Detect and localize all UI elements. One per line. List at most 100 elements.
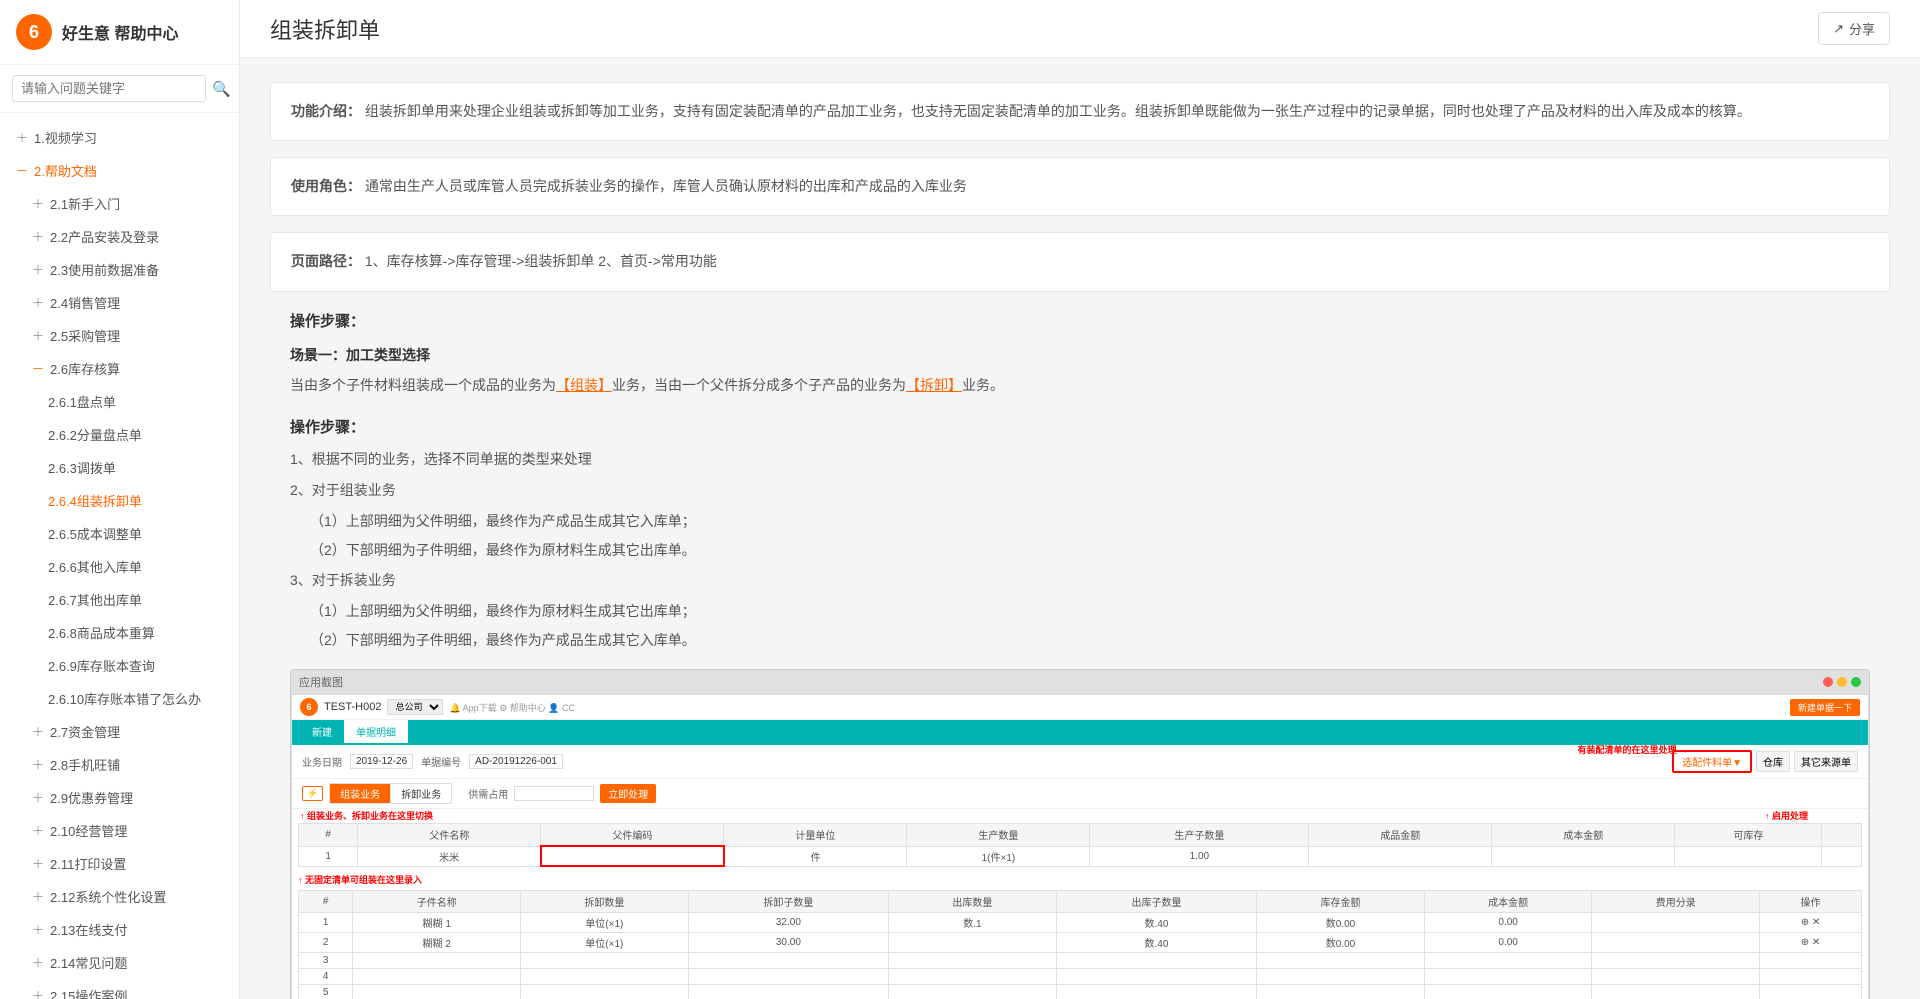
screenshot-label: 应用截图	[299, 674, 343, 690]
intro-text: 组装拆卸单用来处理企业组装或拆卸等加工业务，支持有固定装配清单的产品加工业务，也…	[365, 103, 1751, 119]
ops-title: 操作步骤：	[290, 310, 1870, 331]
sidebar-item-2-6-8[interactable]: 2.6.8商品成本重算	[0, 616, 239, 649]
plus-icon-15: ＋	[32, 987, 44, 999]
sidebar-item-2-12[interactable]: ＋ 2.12系统个性化设置	[0, 880, 239, 913]
sidebar-item-docs[interactable]: － 2.帮助文档	[0, 154, 239, 187]
ops-steps-title: 操作步骤：	[290, 416, 1870, 437]
minus-icon: －	[16, 162, 28, 179]
mock-lower-th-3: 拆卸子数量	[688, 891, 888, 913]
sidebar-item-2-8[interactable]: ＋ 2.8手机旺铺	[0, 748, 239, 781]
content-area: 功能介绍： 组装拆卸单用来处理企业组装或拆卸等加工业务，支持有固定装配清单的产品…	[240, 58, 1920, 999]
mock-no-value: AD-20191226-001	[469, 754, 563, 769]
mock-company-select[interactable]: 总公司	[387, 699, 443, 715]
sidebar-item-2-5[interactable]: ＋ 2.5采购管理	[0, 319, 239, 352]
sidebar-item-2-11[interactable]: ＋ 2.11打印设置	[0, 847, 239, 880]
sidebar-item-2-6-9[interactable]: 2.6.9库存账本查询	[0, 649, 239, 682]
sidebar-item-2-1[interactable]: ＋ 2.1新手入门	[0, 187, 239, 220]
mock-upper-cell-2	[541, 846, 724, 866]
sidebar-item-2-6-3[interactable]: 2.6.3调拨单	[0, 451, 239, 484]
sidebar-item-2-6-6[interactable]: 2.6.6其他入库单	[0, 550, 239, 583]
mock-assembly-btn[interactable]: 组装业务	[330, 784, 390, 803]
mock-status-icons: 🔔 App下载 ⚙ 帮助中心 👤 CC	[449, 701, 575, 714]
mock-customer-input[interactable]	[514, 786, 594, 801]
sidebar-item-2-15[interactable]: ＋ 2.15操作案例	[0, 979, 239, 999]
sidebar-item-2-2[interactable]: ＋ 2.2产品安装及登录	[0, 220, 239, 253]
sidebar-item-2-6-5[interactable]: 2.6.5成本调整单	[0, 517, 239, 550]
sidebar-item-2-3[interactable]: ＋ 2.3使用前数据准备	[0, 253, 239, 286]
plus-icon-8: ＋	[32, 756, 44, 773]
mock-upper-cell-4: 1(件×1)	[907, 846, 1090, 866]
plus-icon-12: ＋	[32, 888, 44, 905]
mock-lower-th-4: 出库数量	[889, 891, 1057, 913]
plus-icon-10: ＋	[32, 822, 44, 839]
mock-action-btn1[interactable]: 仓库	[1756, 751, 1790, 772]
mock-upper-th-4: 生产数量	[907, 824, 1090, 847]
sidebar-item-2-6-7[interactable]: 2.6.7其他出库单	[0, 583, 239, 616]
disassembly-link[interactable]: 【拆卸】	[906, 377, 962, 393]
mock-date-value: 2019-12-26	[350, 754, 413, 769]
mock-upper-th-7: 成本金额	[1492, 824, 1675, 847]
role-text: 通常由生产人员或库管人员完成拆装业务的操作，库管人员确认原材料的出库和产成品的入…	[365, 178, 967, 194]
mock-lower-row-5: 5	[299, 985, 1862, 999]
mock-upper-cell-1: 米米	[358, 846, 541, 866]
plus-icon: ＋	[16, 129, 28, 146]
minus-icon-2: －	[32, 360, 44, 377]
step3-sub2: （2）下部明细为子件明细，最终作为产成品生成其它入库单。	[310, 628, 1870, 653]
sidebar: 6 好生意 帮助中心 🔍 ＋ 1.视频学习 － 2.帮助文档 ＋ 2.1新手入门…	[0, 0, 240, 999]
step1: 1、根据不同的业务，选择不同单据的类型来处理	[290, 447, 1870, 472]
sidebar-item-2-6-2[interactable]: 2.6.2分量盘点单	[0, 418, 239, 451]
sidebar-item-2-10[interactable]: ＋ 2.10经营管理	[0, 814, 239, 847]
sidebar-item-2-7[interactable]: ＋ 2.7资金管理	[0, 715, 239, 748]
step2-sub2: （2）下部明细为子件明细，最终作为原材料生成其它出库单。	[310, 538, 1870, 563]
plus-icon-3: ＋	[32, 228, 44, 245]
mock-no-label: 单据编号	[421, 754, 461, 769]
mock-upper-th-6: 成品金额	[1309, 824, 1492, 847]
sidebar-item-2-6-10[interactable]: 2.6.10库存账本错了怎么办	[0, 682, 239, 715]
search-input[interactable]	[12, 75, 206, 102]
mock-logo: 6	[300, 698, 318, 716]
search-button[interactable]: 🔍	[212, 80, 231, 98]
mock-action-btn2[interactable]: 其它来源单	[1794, 751, 1858, 772]
mock-upper-table: # 父件名称 父件编码 计量单位 生产数量 生产子数量 成品金额 成本金额 可库	[298, 823, 1862, 867]
mock-upper-cell-9	[1822, 846, 1862, 866]
mock-lower-row-1: 1 糊糊 1 单位(×1) 32.00 数.1 数.40 数0.00 0.00	[299, 913, 1862, 933]
mock-upper-th-2: 父件编码	[541, 824, 724, 847]
mock-lower-th-7: 成本金额	[1424, 891, 1592, 913]
main-content: 组装拆卸单 ↗ 分享 功能介绍： 组装拆卸单用来处理企业组装或拆卸等加工业务，支…	[240, 0, 1920, 999]
sidebar-item-2-6[interactable]: － 2.6库存核算	[0, 352, 239, 385]
intro-label: 功能介绍：	[291, 103, 361, 119]
sidebar-item-2-4[interactable]: ＋ 2.4销售管理	[0, 286, 239, 319]
mock-upper-th-8: 可库存	[1675, 824, 1822, 847]
sidebar-item-2-13[interactable]: ＋ 2.13在线支付	[0, 913, 239, 946]
main-steps: 操作步骤： 场景一：加工类型选择 当由多个子件材料组装成一个成品的业务为【组装】…	[270, 310, 1890, 999]
assembly-link[interactable]: 【组装】	[556, 377, 612, 393]
plus-icon-9: ＋	[32, 789, 44, 806]
mock-lower-row-2: 2 糊糊 2 单位(×1) 30.00 数.40 数0.00 0.00	[299, 933, 1862, 953]
mock-tab-new[interactable]: 新建	[300, 720, 344, 745]
sidebar-item-video[interactable]: ＋ 1.视频学习	[0, 121, 239, 154]
annotation-no-fixed: ↑ 无固定清单可组装在这里录入	[298, 873, 1862, 886]
role-block: 使用角色： 通常由生产人员或库管人员完成拆装业务的操作，库管人员确认原材料的出库…	[270, 157, 1890, 216]
plus-icon-7: ＋	[32, 723, 44, 740]
mock-confirm-btn[interactable]: 立即处理	[600, 784, 656, 803]
mock-toolbar-btn-new[interactable]: 新建单据一下	[1790, 699, 1860, 716]
sidebar-item-2-9[interactable]: ＋ 2.9优惠券管理	[0, 781, 239, 814]
plus-icon-6: ＋	[32, 327, 44, 344]
plus-icon-5: ＋	[32, 294, 44, 311]
logo-icon: 6	[16, 14, 52, 50]
mock-upper-cell-8	[1675, 846, 1822, 866]
share-button[interactable]: ↗ 分享	[1818, 12, 1890, 45]
sidebar-item-2-6-4-active[interactable]: 2.6.4组装拆卸单	[0, 484, 239, 517]
mock-tab-detail[interactable]: 单据明细	[344, 720, 408, 745]
sidebar-item-2-6-1[interactable]: 2.6.1盘点单	[0, 385, 239, 418]
step3: 3、对于拆装业务	[290, 568, 1870, 593]
mock-lower-th-6: 库存金额	[1257, 891, 1425, 913]
intro-block: 功能介绍： 组装拆卸单用来处理企业组装或拆卸等加工业务，支持有固定装配清单的产品…	[270, 82, 1890, 141]
mock-lower-th-9: 操作	[1760, 891, 1862, 913]
role-label: 使用角色：	[291, 178, 361, 194]
app-name: 好生意 帮助中心	[62, 20, 178, 44]
nav-list: ＋ 1.视频学习 － 2.帮助文档 ＋ 2.1新手入门 ＋ 2.2产品安装及登录…	[0, 113, 239, 999]
mock-disassembly-btn[interactable]: 拆卸业务	[390, 784, 451, 803]
sidebar-item-2-14[interactable]: ＋ 2.14常见问题	[0, 946, 239, 979]
path-label: 页面路径：	[291, 253, 361, 269]
